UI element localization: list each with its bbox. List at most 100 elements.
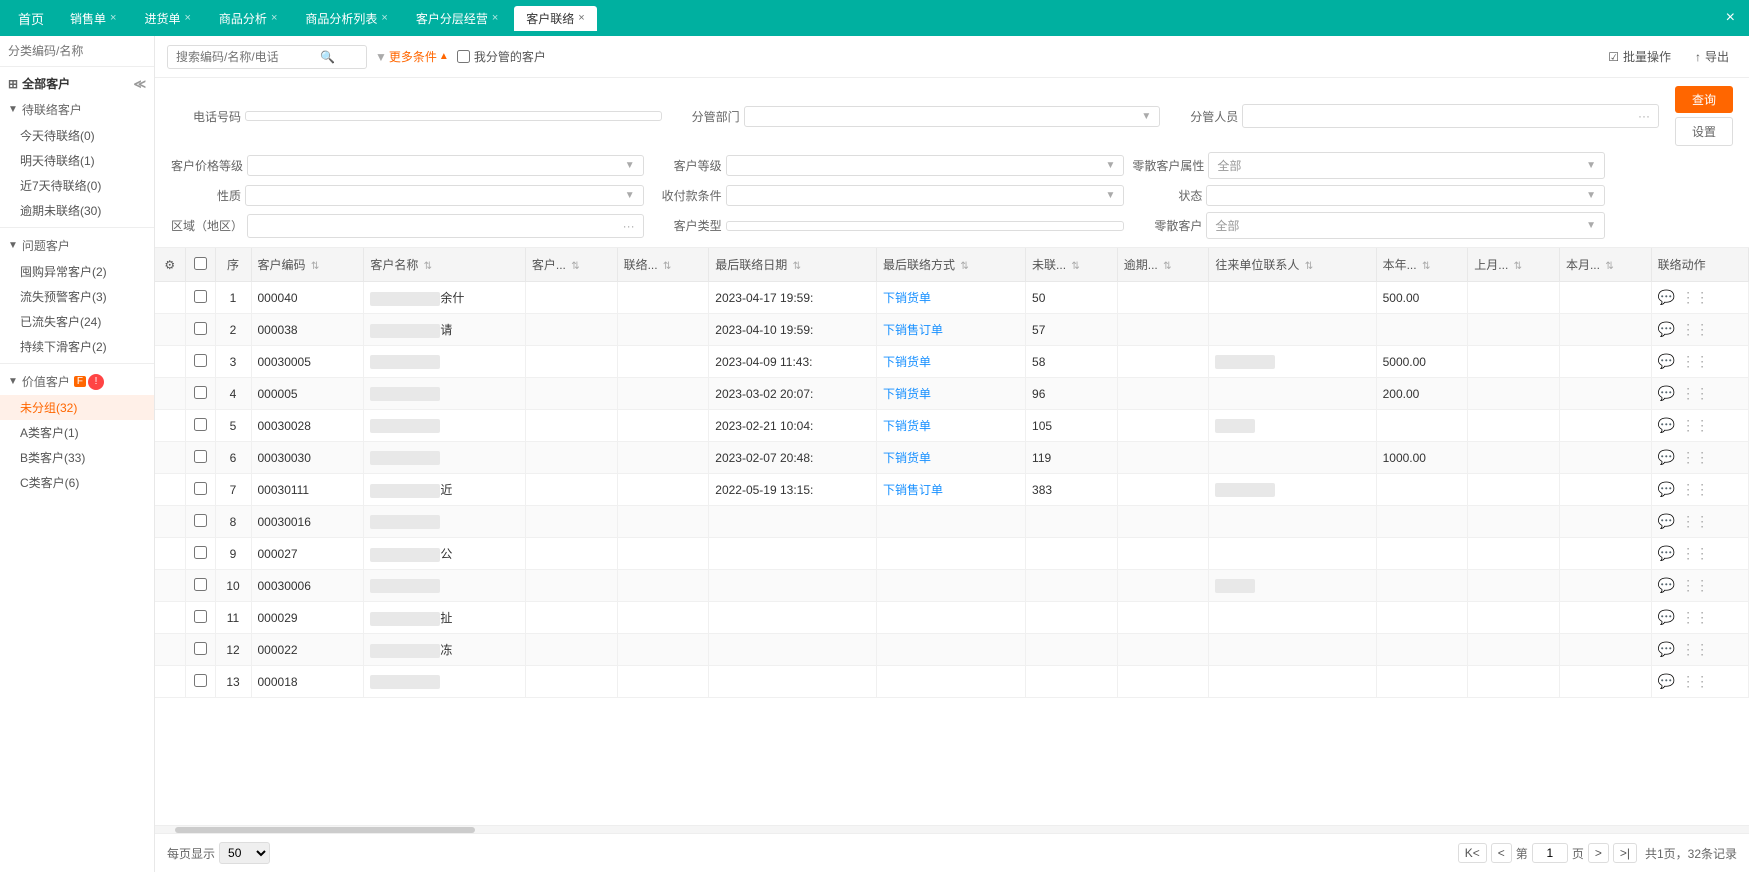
batch-ops-btn[interactable]: ☑ 批量操作 xyxy=(1600,44,1679,69)
nav-tab-analysis[interactable]: 商品分析 × xyxy=(207,6,289,31)
contact-phone-icon[interactable]: 💬 xyxy=(1658,449,1675,466)
close-customer-segment-tab[interactable]: × xyxy=(492,12,498,24)
row-checkbox[interactable] xyxy=(194,386,207,399)
td-check[interactable] xyxy=(185,346,215,378)
reset-button[interactable]: 设置 xyxy=(1675,117,1733,146)
nav-tab-purchase[interactable]: 进货单 × xyxy=(132,6,202,31)
td-check[interactable] xyxy=(185,506,215,538)
more-action-icon[interactable]: ⋮⋮ xyxy=(1681,545,1709,562)
more-action-icon[interactable]: ⋮⋮ xyxy=(1681,417,1709,434)
td-last-contact-method[interactable] xyxy=(876,506,1025,538)
prev-page-btn[interactable]: < xyxy=(1491,843,1512,863)
row-checkbox[interactable] xyxy=(194,354,207,367)
my-customers-filter[interactable]: 我分管的客户 xyxy=(457,48,546,65)
group-pending-contact[interactable]: ▼ 待联络客户 xyxy=(0,96,154,123)
contact-phone-icon[interactable]: 💬 xyxy=(1658,609,1675,626)
export-btn[interactable]: ↑ 导出 xyxy=(1687,44,1737,69)
th-check[interactable] xyxy=(185,248,215,282)
contact-phone-icon[interactable]: 💬 xyxy=(1658,289,1675,306)
more-action-icon[interactable]: ⋮⋮ xyxy=(1681,289,1709,306)
search-button[interactable]: 查询 xyxy=(1675,86,1733,113)
search-input[interactable] xyxy=(176,50,316,64)
sidebar-item-churned[interactable]: 已流失客户(24) xyxy=(0,309,154,334)
group-problem-customers[interactable]: ▼ 问题客户 xyxy=(0,232,154,259)
my-customers-checkbox[interactable] xyxy=(457,50,470,63)
row-checkbox[interactable] xyxy=(194,290,207,303)
all-customers-header[interactable]: ⊞ 全部客户 ≪ xyxy=(0,67,154,96)
nav-tab-analysis-list[interactable]: 商品分析列表 × xyxy=(293,6,399,31)
sidebar-item-7days[interactable]: 近7天待联络(0) xyxy=(0,173,154,198)
td-check[interactable] xyxy=(185,474,215,506)
more-action-icon[interactable]: ⋮⋮ xyxy=(1681,641,1709,658)
contact-phone-icon[interactable]: 💬 xyxy=(1658,385,1675,402)
td-check[interactable] xyxy=(185,314,215,346)
sidebar-collapse-btn[interactable]: ≪ xyxy=(133,77,146,91)
search-icon[interactable]: 🔍 xyxy=(320,50,335,64)
sidebar-item-class-a[interactable]: A类客户(1) xyxy=(0,420,154,445)
more-action-icon[interactable]: ⋮⋮ xyxy=(1681,577,1709,594)
td-check[interactable] xyxy=(185,666,215,698)
th-last-month[interactable]: 上月... ⇅ xyxy=(1468,248,1560,282)
th-last-contact-date[interactable]: 最后联络日期 ⇅ xyxy=(709,248,877,282)
customer-level-select[interactable]: ▼ xyxy=(726,155,1125,176)
contact-phone-icon[interactable]: 💬 xyxy=(1658,673,1675,690)
more-action-icon[interactable]: ⋮⋮ xyxy=(1681,449,1709,466)
td-last-contact-method[interactable] xyxy=(876,602,1025,634)
sidebar-item-tomorrow[interactable]: 明天待联络(1) xyxy=(0,148,154,173)
th-code[interactable]: 客户编码 ⇅ xyxy=(251,248,364,282)
sidebar-search-input[interactable] xyxy=(8,44,155,58)
sidebar-item-class-c[interactable]: C类客户(6) xyxy=(0,470,154,495)
row-checkbox[interactable] xyxy=(194,322,207,335)
first-page-btn[interactable]: K< xyxy=(1458,843,1487,863)
th-uncontacted[interactable]: 未联... ⇅ xyxy=(1026,248,1118,282)
close-customer-contact-tab[interactable]: × xyxy=(578,12,584,24)
close-analysis-list-tab[interactable]: × xyxy=(381,12,387,24)
sidebar-item-declining[interactable]: 持续下滑客户(2) xyxy=(0,334,154,359)
td-check[interactable] xyxy=(185,282,215,314)
nav-tab-customer-segment[interactable]: 客户分层经营 × xyxy=(404,6,510,31)
row-checkbox[interactable] xyxy=(194,482,207,495)
td-check[interactable] xyxy=(185,410,215,442)
next-page-btn[interactable]: > xyxy=(1588,843,1609,863)
contact-phone-icon[interactable]: 💬 xyxy=(1658,321,1675,338)
more-action-icon[interactable]: ⋮⋮ xyxy=(1681,609,1709,626)
sidebar-item-ungrouped[interactable]: 未分组(32) xyxy=(0,395,154,420)
td-check[interactable] xyxy=(185,538,215,570)
nav-home[interactable]: 首页 xyxy=(8,5,54,32)
td-last-contact-method[interactable] xyxy=(876,666,1025,698)
more-action-icon[interactable]: ⋮⋮ xyxy=(1681,513,1709,530)
row-checkbox[interactable] xyxy=(194,418,207,431)
page-number-input[interactable] xyxy=(1532,843,1568,863)
row-checkbox[interactable] xyxy=(194,578,207,591)
td-check[interactable] xyxy=(185,442,215,474)
contact-phone-icon[interactable]: 💬 xyxy=(1658,545,1675,562)
payment-select[interactable]: ▼ xyxy=(726,185,1125,206)
th-type[interactable]: 客户... ⇅ xyxy=(525,248,617,282)
customer-type-input[interactable] xyxy=(726,221,1125,231)
more-action-icon[interactable]: ⋮⋮ xyxy=(1681,481,1709,498)
row-checkbox[interactable] xyxy=(194,642,207,655)
td-check[interactable] xyxy=(185,602,215,634)
td-last-contact-method[interactable]: 下销售订单 xyxy=(876,474,1025,506)
th-this-year[interactable]: 本年... ⇅ xyxy=(1376,248,1468,282)
region-select[interactable]: ··· xyxy=(247,214,644,238)
contact-phone-icon[interactable]: 💬 xyxy=(1658,481,1675,498)
row-checkbox[interactable] xyxy=(194,514,207,527)
group-value-customers[interactable]: ▼ 价值客户 F ! xyxy=(0,368,154,395)
sidebar-item-today[interactable]: 今天待联络(0) xyxy=(0,123,154,148)
row-checkbox[interactable] xyxy=(194,610,207,623)
td-check[interactable] xyxy=(185,378,215,410)
td-last-contact-method[interactable]: 下销货单 xyxy=(876,378,1025,410)
page-size-select[interactable]: 50 10 20 100 xyxy=(219,842,270,864)
th-overdue[interactable]: 逾期... ⇅ xyxy=(1117,248,1209,282)
contact-phone-icon[interactable]: 💬 xyxy=(1658,641,1675,658)
phone-input[interactable] xyxy=(245,111,662,121)
scatter-customer-select[interactable]: 全部 ▼ xyxy=(1206,212,1605,239)
close-sales-tab[interactable]: × xyxy=(110,12,116,24)
th-unit-contact[interactable]: 往来单位联系人 ⇅ xyxy=(1209,248,1376,282)
sidebar-item-churn-warning[interactable]: 流失预警客户(3) xyxy=(0,284,154,309)
more-action-icon[interactable]: ⋮⋮ xyxy=(1681,673,1709,690)
more-action-icon[interactable]: ⋮⋮ xyxy=(1681,321,1709,338)
sidebar-item-abnormal[interactable]: 囤购异常客户(2) xyxy=(0,259,154,284)
td-last-contact-method[interactable]: 下销货单 xyxy=(876,442,1025,474)
